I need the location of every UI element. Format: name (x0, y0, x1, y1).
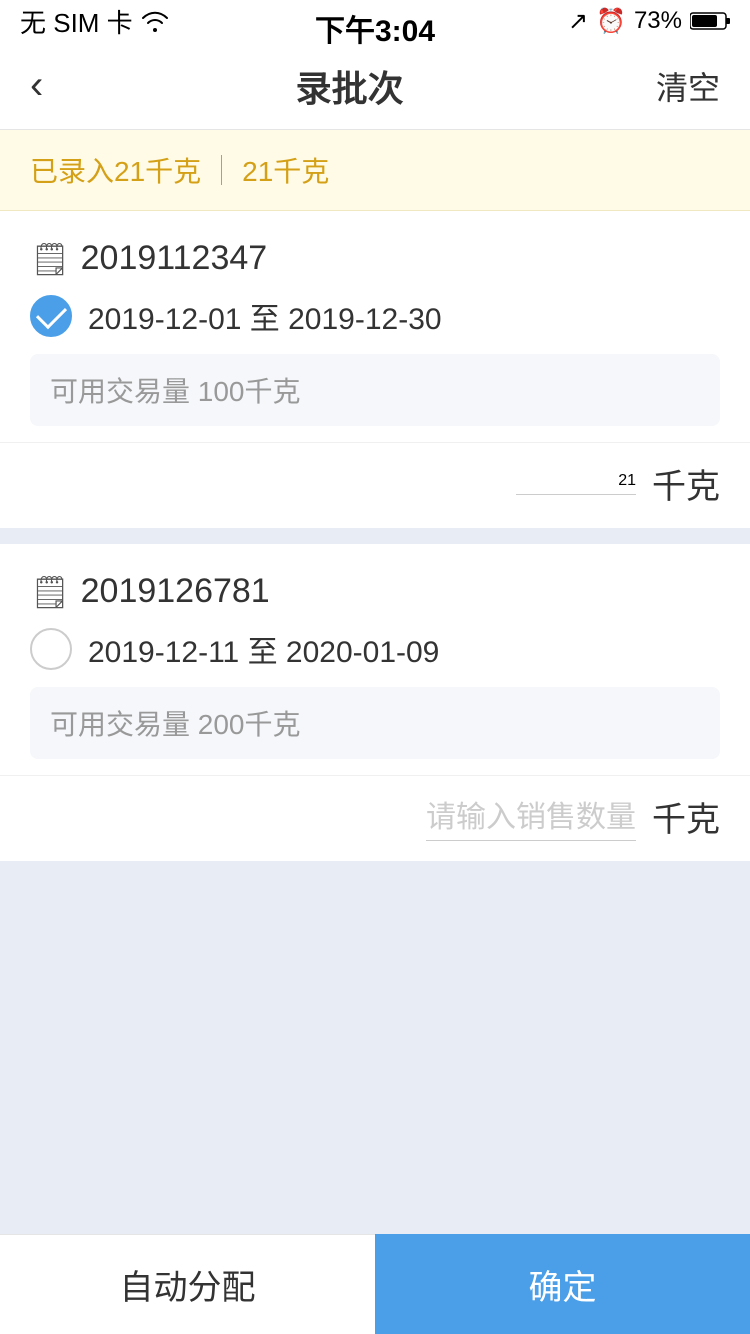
batch-header-2: 🗒 2019126781 (0, 544, 750, 621)
recorded-label: 已录入21千克 (30, 150, 201, 190)
nav-bar: ‹ 录批次 清空 (0, 42, 750, 130)
banner-divider (221, 155, 222, 185)
status-right: ↗ ⏰ 73% (568, 7, 730, 36)
no-sim-text: 无 SIM 卡 (20, 3, 133, 40)
confirm-button[interactable]: 确定 (375, 1234, 750, 1334)
quantity-row-1: 21 千克 (0, 442, 750, 528)
quantity-unit-1: 千克 (652, 459, 720, 508)
batch-available-1: 可用交易量 100千克 (30, 354, 720, 426)
quantity-value-1[interactable]: 21 (516, 472, 636, 495)
location-icon: ↗ (568, 7, 588, 36)
alarm-icon: ⏰ (596, 7, 626, 36)
bottom-bar: 自动分配 确定 (0, 1234, 750, 1334)
battery-text: 73% (634, 7, 682, 35)
clear-button[interactable]: 清空 (656, 63, 720, 109)
info-banner: 已录入21千克 21千克 (0, 130, 750, 211)
batch-id-1: 2019112347 (81, 239, 268, 278)
back-button[interactable]: ‹ (30, 63, 43, 108)
batch-date-row-1[interactable]: 2019-12-01 至 2019-12-30 (0, 288, 750, 350)
status-time: 下午3:04 (315, 6, 435, 50)
batch-date-1: 2019-12-01 至 2019-12-30 (88, 294, 442, 338)
radio-batch-1[interactable] (30, 295, 72, 337)
batch-item-2: 🗒 2019126781 2019-12-11 至 2020-01-09 可用交… (0, 544, 750, 861)
empty-area (0, 861, 750, 1291)
input-row-2: 请输入销售数量 千克 (0, 775, 750, 861)
batch-date-2: 2019-12-11 至 2020-01-09 (88, 627, 439, 671)
status-left: 无 SIM 卡 (20, 3, 169, 40)
batch-item-1: 🗒 2019112347 2019-12-01 至 2019-12-30 可用交… (0, 211, 750, 528)
batch-available-2: 可用交易量 200千克 (30, 687, 720, 759)
page-title: 录批次 (296, 60, 404, 112)
radio-batch-2[interactable] (30, 628, 72, 670)
input-placeholder-text: 请输入销售数量 (426, 801, 636, 834)
battery-icon (690, 11, 730, 31)
input-unit-2: 千克 (652, 792, 720, 841)
batch-icon-1: 🗒 (30, 240, 71, 278)
batch-date-row-2[interactable]: 2019-12-11 至 2020-01-09 (0, 621, 750, 683)
batch-icon-2: 🗒 (30, 573, 71, 611)
status-bar: 无 SIM 卡 下午3:04 ↗ ⏰ 73% (0, 0, 750, 42)
section-separator (0, 528, 750, 544)
recorded-amount: 21千克 (242, 150, 329, 190)
batch-header-1: 🗒 2019112347 (0, 211, 750, 288)
quantity-input-2[interactable]: 请输入销售数量 (426, 792, 636, 841)
batch-id-2: 2019126781 (81, 572, 270, 611)
auto-distribute-button[interactable]: 自动分配 (0, 1234, 375, 1334)
quantity-number-1: 21 (618, 472, 636, 489)
wifi-icon (141, 10, 169, 32)
